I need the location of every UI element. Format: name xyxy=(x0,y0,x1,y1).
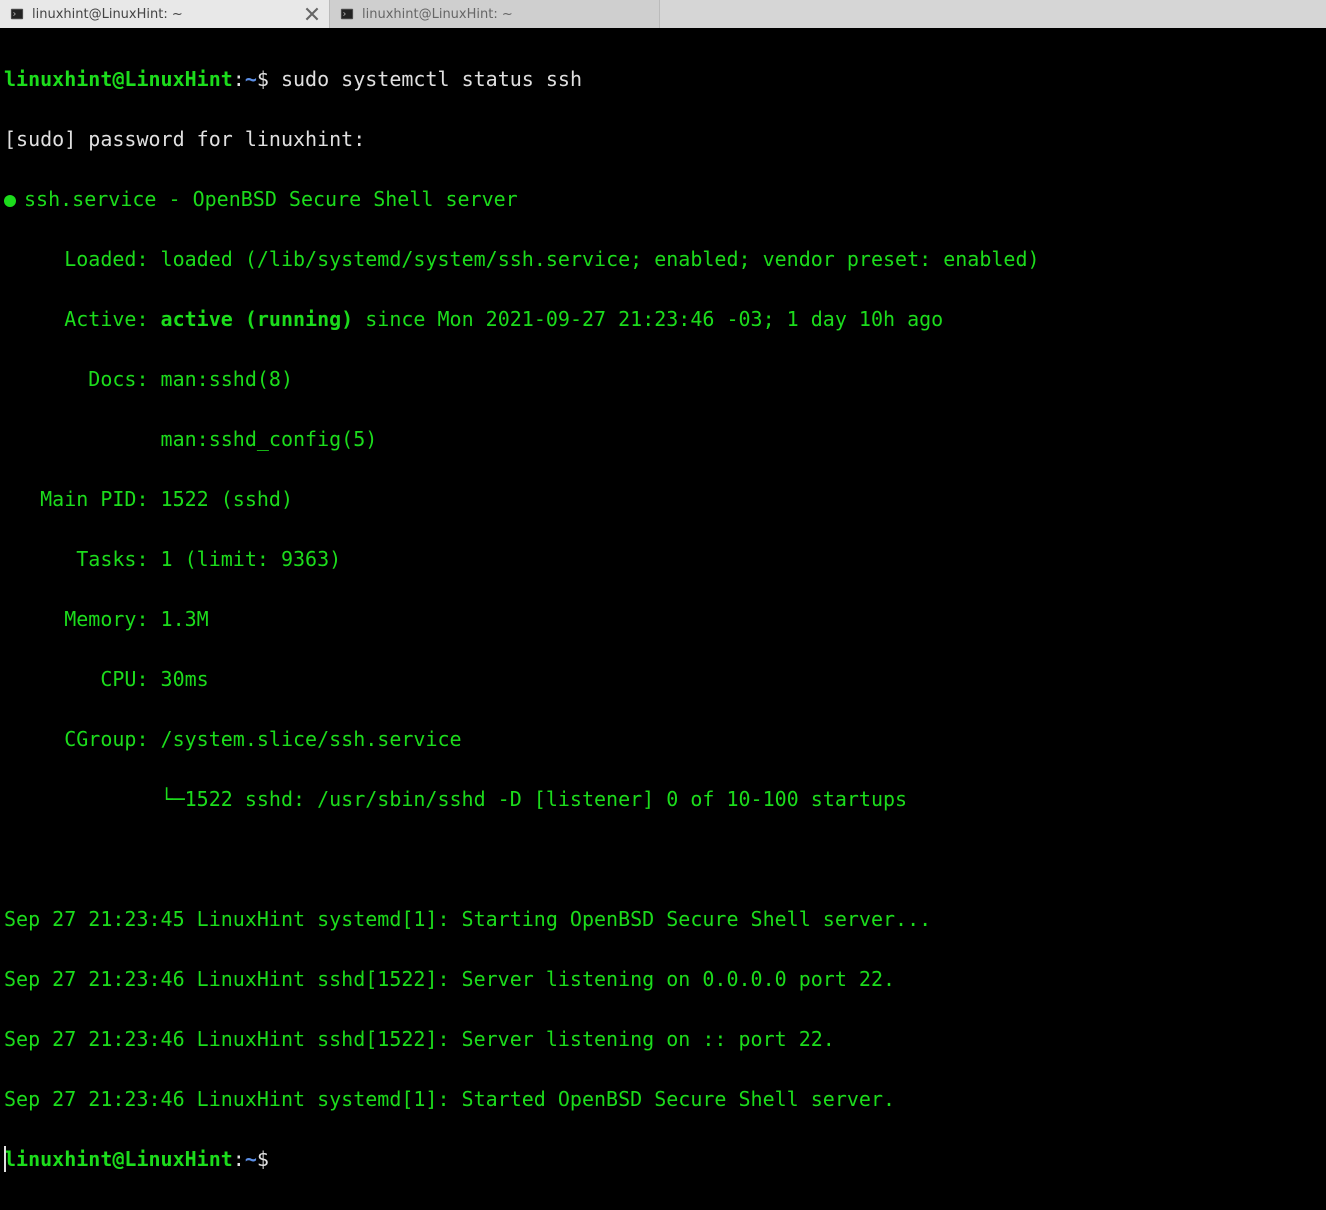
prompt-line: linuxhint@LinuxHint:~$ sudo systemctl st… xyxy=(4,64,1322,94)
prompt-user-host-2: linuxhint@LinuxHint xyxy=(4,1147,233,1171)
tab-2[interactable]: linuxhint@LinuxHint: ~ xyxy=(330,0,660,28)
cgroup-tree: └─1522 sshd: /usr/sbin/sshd -D [listener… xyxy=(4,784,1322,814)
status-dot-icon xyxy=(4,195,16,207)
prompt-line-2: linuxhint@LinuxHint:~$ xyxy=(4,1144,1322,1174)
prompt-user-host: linuxhint@LinuxHint xyxy=(4,67,233,91)
close-icon[interactable] xyxy=(305,7,319,21)
service-header: ssh.service - OpenBSD Secure Shell serve… xyxy=(4,184,1322,214)
memory-line: Memory: 1.3M xyxy=(4,604,1322,634)
mainpid-line: Main PID: 1522 (sshd) xyxy=(4,484,1322,514)
terminal-icon xyxy=(340,7,354,21)
prompt-path-2: ~ xyxy=(245,1147,257,1171)
active-state: active (running) xyxy=(161,307,354,331)
log-line-1: Sep 27 21:23:45 LinuxHint systemd[1]: St… xyxy=(4,904,1322,934)
log-line-3: Sep 27 21:23:46 LinuxHint sshd[1522]: Se… xyxy=(4,1024,1322,1054)
service-name: ssh.service xyxy=(24,187,156,211)
terminal-icon xyxy=(10,7,24,21)
docs-line-1: Docs: man:sshd(8) xyxy=(4,364,1322,394)
prompt-symbol: $ xyxy=(257,67,269,91)
tab-1[interactable]: linuxhint@LinuxHint: ~ xyxy=(0,0,330,28)
service-desc: OpenBSD Secure Shell server xyxy=(193,187,518,211)
log-line-4: Sep 27 21:23:46 LinuxHint systemd[1]: St… xyxy=(4,1084,1322,1114)
prompt-symbol-2: $ xyxy=(257,1147,269,1171)
tab-title-2: linuxhint@LinuxHint: ~ xyxy=(362,7,649,22)
log-line-2: Sep 27 21:23:46 LinuxHint sshd[1522]: Se… xyxy=(4,964,1322,994)
cursor-icon xyxy=(4,1146,6,1172)
docs-line-2: man:sshd_config(5) xyxy=(4,424,1322,454)
terminal-output[interactable]: linuxhint@LinuxHint:~$ sudo systemctl st… xyxy=(0,28,1326,1210)
active-line: Active: active (running) since Mon 2021-… xyxy=(4,304,1322,334)
loaded-line: Loaded: loaded (/lib/systemd/system/ssh.… xyxy=(4,244,1322,274)
prompt-path: ~ xyxy=(245,67,257,91)
sudo-prompt: [sudo] password for linuxhint: xyxy=(4,124,1322,154)
tab-bar: linuxhint@LinuxHint: ~ linuxhint@LinuxHi… xyxy=(0,0,1326,28)
tab-title-1: linuxhint@LinuxHint: ~ xyxy=(32,7,297,22)
blank-line xyxy=(4,844,1322,874)
cpu-line: CPU: 30ms xyxy=(4,664,1322,694)
command-text: sudo systemctl status ssh xyxy=(281,67,582,91)
cgroup-line: CGroup: /system.slice/ssh.service xyxy=(4,724,1322,754)
tasks-line: Tasks: 1 (limit: 9363) xyxy=(4,544,1322,574)
